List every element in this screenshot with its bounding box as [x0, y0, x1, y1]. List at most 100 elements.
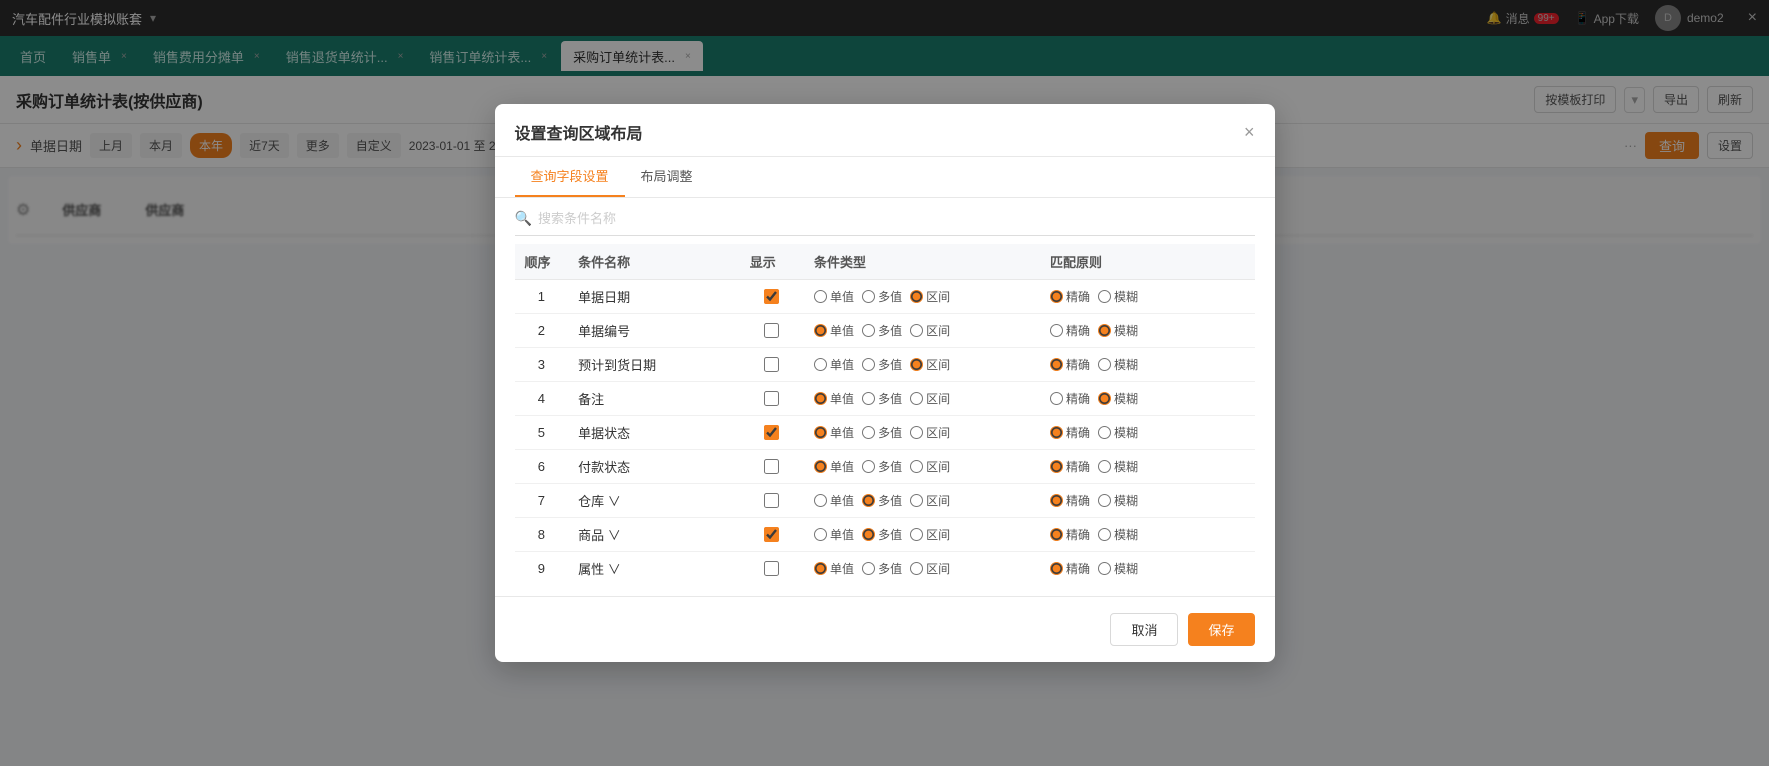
dialog-tab-fields[interactable]: 查询字段设置	[515, 156, 625, 197]
row-type-2: 单值多值区间	[804, 348, 1040, 382]
type-option-单值-7[interactable]: 单值	[814, 526, 854, 543]
match-option-精确-7[interactable]: 精确	[1050, 526, 1090, 543]
row-order-2: 3	[515, 348, 569, 382]
match-option-模糊-6[interactable]: 模糊	[1098, 492, 1138, 509]
display-checkbox-3[interactable]	[764, 391, 779, 406]
row-name-6: 仓库 ∨	[568, 484, 740, 518]
row-match-6: 精确模糊	[1040, 484, 1255, 518]
type-option-区间-4[interactable]: 区间	[910, 424, 950, 441]
row-match-2: 精确模糊	[1040, 348, 1255, 382]
row-order-8: 9	[515, 552, 569, 585]
table-row: 9属性 ∨单值多值区间精确模糊	[515, 552, 1255, 585]
row-order-7: 8	[515, 518, 569, 552]
type-option-多值-4[interactable]: 多值	[862, 424, 902, 441]
cancel-btn[interactable]: 取消	[1110, 613, 1178, 646]
table-row: 4备注单值多值区间精确模糊	[515, 382, 1255, 416]
display-checkbox-5[interactable]	[764, 459, 779, 474]
match-option-模糊-2[interactable]: 模糊	[1098, 356, 1138, 373]
display-checkbox-0[interactable]	[764, 289, 779, 304]
match-option-精确-4[interactable]: 精确	[1050, 424, 1090, 441]
match-option-模糊-5[interactable]: 模糊	[1098, 458, 1138, 475]
type-option-区间-1[interactable]: 区间	[910, 322, 950, 339]
row-match-1: 精确模糊	[1040, 314, 1255, 348]
search-input[interactable]	[538, 211, 738, 226]
th-display: 显示	[740, 244, 804, 280]
display-checkbox-4[interactable]	[764, 425, 779, 440]
type-option-多值-8[interactable]: 多值	[862, 560, 902, 577]
display-checkbox-6[interactable]	[764, 493, 779, 508]
table-row: 1单据日期单值多值区间精确模糊	[515, 280, 1255, 314]
display-checkbox-7[interactable]	[764, 527, 779, 542]
type-option-多值-1[interactable]: 多值	[862, 322, 902, 339]
dialog-title: 设置查询区域布局	[515, 120, 643, 156]
table-row: 2单据编号单值多值区间精确模糊	[515, 314, 1255, 348]
row-name-8: 属性 ∨	[568, 552, 740, 585]
row-match-8: 精确模糊	[1040, 552, 1255, 585]
dialog-close-btn[interactable]: ×	[1244, 122, 1255, 155]
th-type: 条件类型	[804, 244, 1040, 280]
match-option-模糊-4[interactable]: 模糊	[1098, 424, 1138, 441]
dialog-header: 设置查询区域布局 ×	[495, 104, 1275, 157]
match-option-模糊-3[interactable]: 模糊	[1098, 390, 1138, 407]
type-option-区间-5[interactable]: 区间	[910, 458, 950, 475]
match-option-精确-8[interactable]: 精确	[1050, 560, 1090, 577]
type-option-多值-2[interactable]: 多值	[862, 356, 902, 373]
type-option-多值-5[interactable]: 多值	[862, 458, 902, 475]
match-option-精确-5[interactable]: 精确	[1050, 458, 1090, 475]
match-option-模糊-7[interactable]: 模糊	[1098, 526, 1138, 543]
type-option-多值-6[interactable]: 多值	[862, 492, 902, 509]
row-display-3	[740, 382, 804, 416]
th-name: 条件名称	[568, 244, 740, 280]
row-type-5: 单值多值区间	[804, 450, 1040, 484]
table-row: 8商品 ∨ 单值多值区间 精确模糊	[515, 518, 1255, 552]
display-checkbox-8[interactable]	[764, 561, 779, 576]
row-name-2: 预计到货日期	[568, 348, 740, 382]
type-option-区间-7[interactable]: 区间	[910, 526, 950, 543]
type-option-多值-7[interactable]: 多值	[862, 526, 902, 543]
row-match-3: 精确模糊	[1040, 382, 1255, 416]
match-option-精确-1[interactable]: 精确	[1050, 322, 1090, 339]
type-option-单值-2[interactable]: 单值	[814, 356, 854, 373]
type-option-单值-0[interactable]: 单值	[814, 288, 854, 305]
row-match-4: 精确模糊	[1040, 416, 1255, 450]
row-order-1: 2	[515, 314, 569, 348]
save-btn[interactable]: 保存	[1188, 613, 1254, 646]
dialog-body: 🔍 顺序 条件名称 显示 条件类型 匹配原则	[495, 198, 1275, 596]
row-order-4: 5	[515, 416, 569, 450]
match-option-精确-2[interactable]: 精确	[1050, 356, 1090, 373]
type-option-区间-0[interactable]: 区间	[910, 288, 950, 305]
match-option-模糊-8[interactable]: 模糊	[1098, 560, 1138, 577]
match-option-模糊-0[interactable]: 模糊	[1098, 288, 1138, 305]
dialog-tab-layout[interactable]: 布局调整	[625, 156, 709, 197]
type-option-区间-8[interactable]: 区间	[910, 560, 950, 577]
type-option-多值-3[interactable]: 多值	[862, 390, 902, 407]
row-name-5: 付款状态	[568, 450, 740, 484]
row-display-2	[740, 348, 804, 382]
row-match-7: 精确模糊	[1040, 518, 1255, 552]
type-option-单值-8[interactable]: 单值	[814, 560, 854, 577]
row-display-1	[740, 314, 804, 348]
type-option-多值-0[interactable]: 多值	[862, 288, 902, 305]
type-option-区间-3[interactable]: 区间	[910, 390, 950, 407]
type-option-单值-5[interactable]: 单值	[814, 458, 854, 475]
dialog-footer: 取消 保存	[495, 596, 1275, 662]
type-option-单值-6[interactable]: 单值	[814, 492, 854, 509]
match-option-精确-6[interactable]: 精确	[1050, 492, 1090, 509]
type-option-单值-3[interactable]: 单值	[814, 390, 854, 407]
type-option-单值-1[interactable]: 单值	[814, 322, 854, 339]
display-checkbox-2[interactable]	[764, 357, 779, 372]
type-option-区间-2[interactable]: 区间	[910, 356, 950, 373]
settings-table: 顺序 条件名称 显示 条件类型 匹配原则 1单据日期单值多值区间精确模糊2单据编…	[515, 244, 1255, 584]
type-option-单值-4[interactable]: 单值	[814, 424, 854, 441]
match-option-精确-3[interactable]: 精确	[1050, 390, 1090, 407]
row-display-5	[740, 450, 804, 484]
table-row: 7仓库 ∨单值多值区间精确模糊	[515, 484, 1255, 518]
row-type-8: 单值多值区间	[804, 552, 1040, 585]
type-option-区间-6[interactable]: 区间	[910, 492, 950, 509]
match-option-精确-0[interactable]: 精确	[1050, 288, 1090, 305]
row-display-7	[740, 518, 804, 552]
row-name-7: 商品 ∨	[568, 518, 740, 552]
display-checkbox-1[interactable]	[764, 323, 779, 338]
match-option-模糊-1[interactable]: 模糊	[1098, 322, 1138, 339]
row-type-1: 单值多值区间	[804, 314, 1040, 348]
